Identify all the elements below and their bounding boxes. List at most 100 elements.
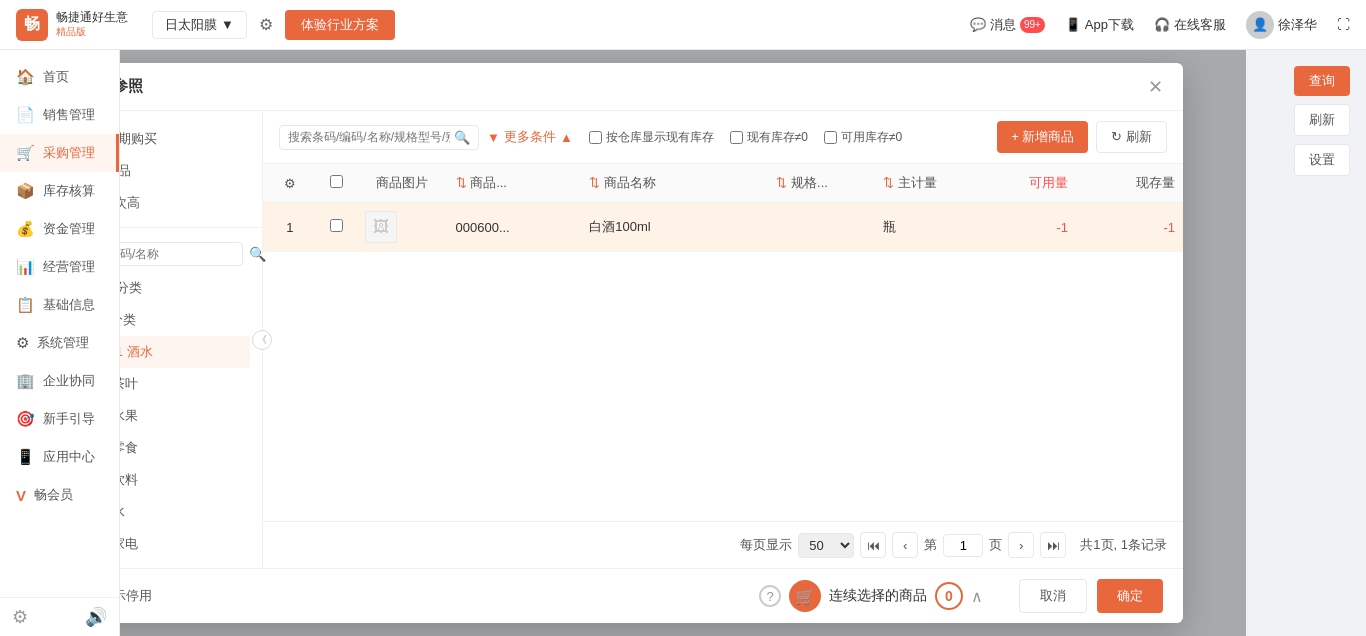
search-icon[interactable]: 🔍 bbox=[454, 130, 470, 145]
row-checkbox-cell[interactable] bbox=[316, 203, 356, 252]
sidebar-item-home[interactable]: 🏠 首页 bbox=[0, 58, 119, 96]
app-download-item[interactable]: 📱 App下载 bbox=[1065, 16, 1134, 34]
table-row[interactable]: 1 🖼 bbox=[263, 203, 1183, 252]
collapse-panel-btn[interactable]: 《 bbox=[252, 330, 272, 350]
first-page-btn[interactable]: ⏮ bbox=[860, 532, 886, 558]
message-nav-item[interactable]: 💬 消息 99+ bbox=[970, 16, 1045, 34]
member-icon: V bbox=[16, 487, 26, 504]
user-item[interactable]: 👤 徐泽华 bbox=[1246, 11, 1317, 39]
category-0008-label: 0008 水 bbox=[120, 503, 125, 521]
sidebar-label-operation: 经营管理 bbox=[43, 258, 95, 276]
classify-search-icon[interactable]: 🔍 bbox=[249, 246, 266, 262]
image-placeholder-icon: 🖼 bbox=[373, 218, 389, 236]
toolbar-right-btns: + 新增商品 ↻ 刷新 bbox=[997, 121, 1167, 153]
row-spec-cell bbox=[768, 203, 875, 252]
basic-icon: 📋 bbox=[16, 296, 35, 314]
current-stock-checkbox[interactable]: 现有库存≠0 bbox=[730, 129, 808, 146]
dialog-right-panel: 🔍 ▼ 更多条件 ▲ 按仓库显示现有库存 bbox=[263, 111, 1183, 568]
collapse-up-icon[interactable]: ∧ bbox=[971, 587, 983, 606]
system-icon: ⚙ bbox=[16, 334, 29, 352]
recent-label: 近期购买 bbox=[120, 130, 157, 148]
sidebar-item-operation[interactable]: 📊 经营管理 bbox=[0, 248, 119, 286]
product-search-input[interactable] bbox=[288, 130, 450, 144]
store-name: 日太阳膜 bbox=[165, 16, 217, 34]
sidebar-label-home: 首页 bbox=[43, 68, 69, 86]
headset-icon: 🎧 bbox=[1154, 17, 1170, 32]
category-0002[interactable]: 0002 茶叶 bbox=[120, 368, 250, 400]
category-0001[interactable]: ▶ 0001 酒水 bbox=[120, 336, 250, 368]
experience-btn[interactable]: 体验行业方案 bbox=[285, 10, 395, 40]
select-all-checkbox[interactable] bbox=[330, 175, 343, 188]
online-service-item[interactable]: 🎧 在线客服 bbox=[1154, 16, 1226, 34]
message-icon: 💬 bbox=[970, 17, 986, 32]
store-selector[interactable]: 日太阳膜 ▼ bbox=[152, 11, 247, 39]
help-icon[interactable]: ? bbox=[759, 585, 781, 607]
available-stock-checkbox[interactable]: 可用库存≠0 bbox=[824, 129, 902, 146]
sidebar-item-enterprise[interactable]: 🏢 企业协同 bbox=[0, 362, 119, 400]
settings-button-bg[interactable]: 设置 bbox=[1294, 144, 1350, 176]
query-button[interactable]: 查询 bbox=[1294, 66, 1350, 96]
add-product-button[interactable]: + 新增商品 bbox=[997, 121, 1088, 153]
show-disabled-label[interactable]: 显示停用 bbox=[120, 587, 152, 605]
category-0004[interactable]: 0004 零食 bbox=[120, 432, 250, 464]
category-0010[interactable]: 0010 家电 bbox=[120, 528, 250, 556]
sidebar-item-basic[interactable]: 📋 基础信息 bbox=[0, 286, 119, 324]
category-00[interactable]: 00 未分类 bbox=[120, 304, 250, 336]
confirm-button[interactable]: 确定 bbox=[1097, 579, 1163, 613]
pagination-area: 每页显示 20 50 100 ⏮ ‹ 第 页 › bbox=[263, 521, 1183, 568]
more-filter-btn[interactable]: ▼ 更多条件 ▲ bbox=[487, 128, 573, 146]
page-number-input[interactable] bbox=[943, 534, 983, 557]
table-settings-icon[interactable]: ⚙ bbox=[284, 176, 296, 191]
recent-purchase-item[interactable]: 🕐 近期购买 bbox=[120, 123, 250, 155]
row-img-cell: 🖼 bbox=[357, 203, 448, 252]
category-all[interactable]: ▶ 全部分类 bbox=[120, 272, 250, 304]
row-stock-cell: -1 bbox=[1076, 203, 1183, 252]
gear-icon[interactable]: ⚙ bbox=[259, 15, 273, 34]
sidebar-item-apps[interactable]: 📱 应用中心 bbox=[0, 438, 119, 476]
warehouse-stock-checkbox[interactable]: 按仓库显示现有库存 bbox=[589, 129, 714, 146]
classify-search-input[interactable] bbox=[120, 242, 243, 266]
sidebar-item-member[interactable]: V 畅会员 bbox=[0, 476, 119, 514]
left-bottom-area: ⚙ 🔊 bbox=[0, 597, 119, 636]
col-name-header[interactable]: ⇅ 商品名称 bbox=[581, 164, 768, 203]
warehouse-stock-check[interactable] bbox=[589, 131, 602, 144]
sidebar-item-finance[interactable]: 💰 资金管理 bbox=[0, 210, 119, 248]
cancel-button[interactable]: 取消 bbox=[1019, 579, 1087, 613]
sidebar-item-purchase[interactable]: 🛒 采购管理 bbox=[0, 134, 119, 172]
col-stock-label: 现存量 bbox=[1136, 175, 1175, 190]
sidebar-label-purchase: 采购管理 bbox=[43, 144, 95, 162]
sound-icon[interactable]: 🔊 bbox=[85, 606, 107, 628]
sidebar-label-sales: 销售管理 bbox=[43, 106, 95, 124]
col-unit-header[interactable]: ⇅ 主计量 bbox=[875, 164, 969, 203]
warehouse-stock-label: 按仓库显示现有库存 bbox=[606, 129, 714, 146]
frequent-item[interactable]: ☆ 频次高 bbox=[120, 187, 250, 219]
last-page-btn[interactable]: ⏭ bbox=[1040, 532, 1066, 558]
product-search-box[interactable]: 🔍 bbox=[279, 125, 479, 150]
sidebar-item-guide[interactable]: 🎯 新手引导 bbox=[0, 400, 119, 438]
available-stock-check[interactable] bbox=[824, 131, 837, 144]
category-0008[interactable]: 0008 水 bbox=[120, 496, 250, 528]
next-page-btn[interactable]: › bbox=[1008, 532, 1034, 558]
per-page-select[interactable]: 20 50 100 bbox=[798, 533, 854, 558]
cart-icon[interactable]: 🛒 bbox=[789, 580, 821, 612]
expand-icon[interactable]: ⛶ bbox=[1337, 17, 1350, 32]
new-product-item[interactable]: 新 新品 bbox=[120, 155, 250, 187]
logo-text: 畅捷通好生意 bbox=[56, 10, 128, 26]
dialog-overlay: 商品参照 ✕ 🕐 近期购买 新 新 bbox=[120, 50, 1246, 636]
current-stock-check[interactable] bbox=[730, 131, 743, 144]
bottom-settings-icon[interactable]: ⚙ bbox=[12, 606, 28, 628]
sidebar-item-inventory[interactable]: 📦 库存核算 bbox=[0, 172, 119, 210]
row-checkbox[interactable] bbox=[330, 219, 343, 232]
refresh-button-bg[interactable]: 刷新 bbox=[1294, 104, 1350, 136]
sidebar-item-system[interactable]: ⚙ 系统管理 bbox=[0, 324, 119, 362]
row-name-cell: 白酒100ml bbox=[581, 203, 768, 252]
refresh-button[interactable]: ↻ 刷新 bbox=[1096, 121, 1167, 153]
prev-page-btn[interactable]: ‹ bbox=[892, 532, 918, 558]
category-0005[interactable]: 0005 饮料 bbox=[120, 464, 250, 496]
sidebar-item-sales[interactable]: 📄 销售管理 bbox=[0, 96, 119, 134]
close-icon[interactable]: ✕ bbox=[1148, 78, 1163, 96]
col-code-header[interactable]: ⇅ 商品... bbox=[448, 164, 582, 203]
col-spec-header[interactable]: ⇅ 规格... bbox=[768, 164, 875, 203]
category-0003[interactable]: 0003 水果 bbox=[120, 400, 250, 432]
sidebar-label-basic: 基础信息 bbox=[43, 296, 95, 314]
